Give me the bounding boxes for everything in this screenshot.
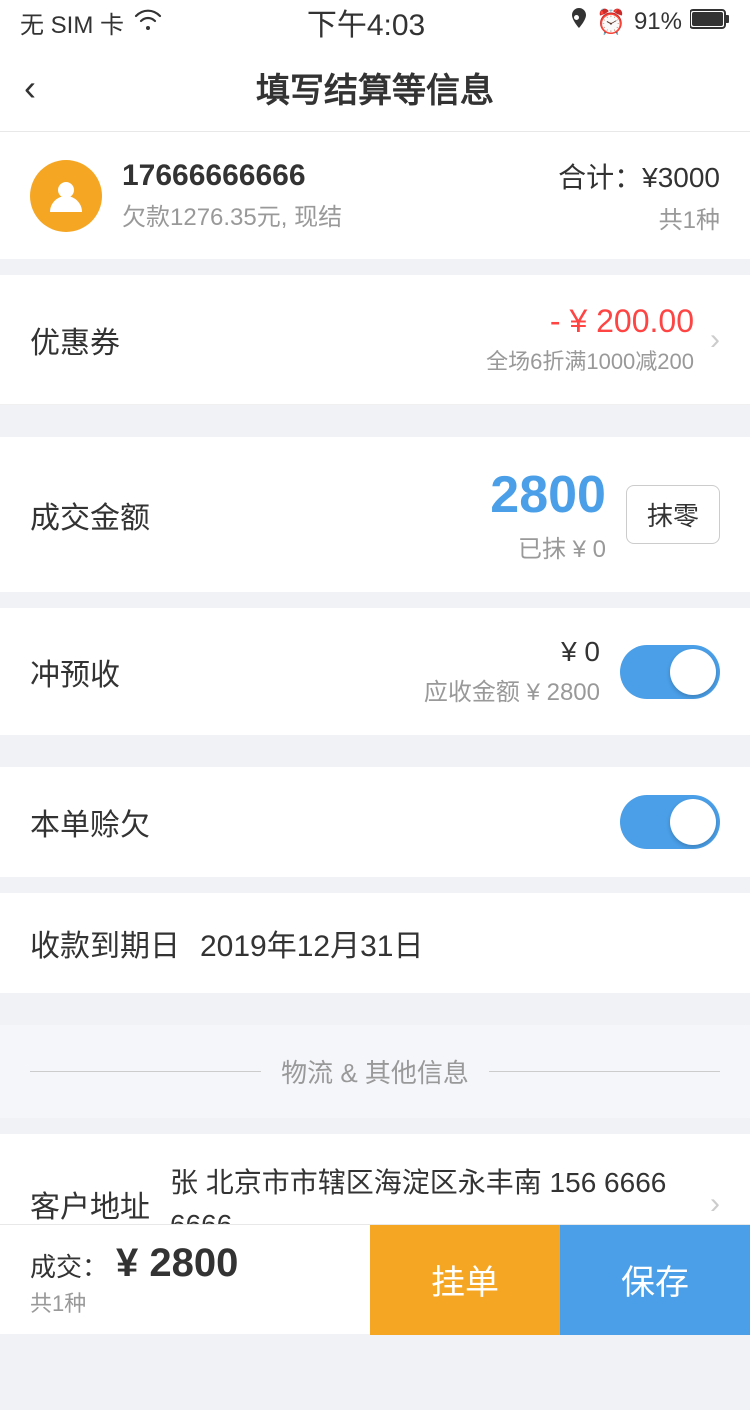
location-icon bbox=[570, 8, 588, 37]
battery-icon bbox=[690, 8, 730, 37]
coupon-right: - ¥ 200.00 全场6折满1000减200 › bbox=[486, 303, 720, 376]
save-button[interactable]: 保存 bbox=[560, 1225, 750, 1335]
content: 17666666666 欠款1276.35元, 现结 合计：¥3000 共1种 … bbox=[0, 132, 750, 1410]
deal-amount-label: 成交金额 bbox=[30, 493, 150, 537]
credit-label: 本单赊欠 bbox=[30, 800, 150, 844]
prepay-card: 冲预收 ¥ 0 应收金额 ¥ 2800 bbox=[0, 608, 750, 735]
coupon-chevron-icon: › bbox=[710, 323, 720, 357]
prepay-toggle-knob bbox=[670, 649, 716, 695]
total-count: 共1种 bbox=[558, 200, 720, 235]
address-chevron-icon: › bbox=[710, 1187, 720, 1221]
customer-total: 合计：¥3000 共1种 bbox=[558, 156, 720, 235]
sim-status: 无 SIM 卡 bbox=[20, 5, 124, 40]
coupon-row[interactable]: 优惠券 - ¥ 200.00 全场6折满1000减200 › bbox=[0, 275, 750, 405]
status-bar: 无 SIM 卡 下午4:03 ⏰ 91% bbox=[0, 0, 750, 44]
bottom-deal-label: 成交： bbox=[30, 1247, 108, 1284]
logistics-line-right bbox=[489, 1071, 720, 1072]
avatar bbox=[30, 160, 102, 232]
customer-debt: 欠款1276.35元, 现结 bbox=[122, 197, 342, 232]
due-date-row: 收款到期日 2019年12月31日 bbox=[0, 893, 750, 993]
prepay-amount-col: ¥ 0 应收金额 ¥ 2800 bbox=[424, 636, 600, 707]
deal-amount-value: 2800 bbox=[490, 465, 606, 525]
due-date-label: 收款到期日 bbox=[30, 921, 180, 965]
deal-amount-row: 成交金额 2800 已抹 ¥ 0 抹零 bbox=[0, 437, 750, 592]
wifi-icon bbox=[134, 8, 162, 37]
battery-percent: 91% bbox=[634, 8, 682, 36]
bottom-bar: 成交： ¥ 2800 共1种 挂单 保存 bbox=[0, 1224, 750, 1334]
status-left: 无 SIM 卡 bbox=[20, 5, 162, 40]
address-label: 客户地址 bbox=[30, 1182, 150, 1226]
due-date-value: 2019年12月31日 bbox=[200, 921, 423, 965]
coupon-label: 优惠券 bbox=[30, 318, 120, 362]
deal-amount-right: 2800 已抹 ¥ 0 抹零 bbox=[490, 465, 720, 564]
logistics-line-left bbox=[30, 1071, 261, 1072]
deal-amount-card: 成交金额 2800 已抹 ¥ 0 抹零 bbox=[0, 437, 750, 592]
customer-card: 17666666666 欠款1276.35元, 现结 合计：¥3000 共1种 bbox=[0, 132, 750, 259]
due-date-card: 收款到期日 2019年12月31日 bbox=[0, 893, 750, 993]
nav-title: 填写结算等信息 bbox=[256, 63, 494, 112]
status-right: ⏰ 91% bbox=[570, 8, 730, 37]
pending-button[interactable]: 挂单 bbox=[370, 1225, 560, 1335]
coupon-value-col: - ¥ 200.00 全场6折满1000减200 bbox=[486, 303, 694, 376]
section-sep-1 bbox=[0, 421, 750, 437]
logistics-title: 物流 & 其他信息 bbox=[281, 1053, 469, 1090]
logistics-header: 物流 & 其他信息 bbox=[0, 1025, 750, 1118]
bottom-deal-info: 成交： ¥ 2800 共1种 bbox=[0, 1241, 370, 1318]
deal-amount-value-col: 2800 已抹 ¥ 0 bbox=[490, 465, 606, 564]
nav-bar: ‹ 填写结算等信息 bbox=[0, 44, 750, 132]
bottom-deal-count: 共1种 bbox=[30, 1286, 340, 1318]
deal-amount-sub: 已抹 ¥ 0 bbox=[490, 529, 606, 564]
section-sep-2 bbox=[0, 751, 750, 767]
credit-row: 本单赊欠 bbox=[0, 767, 750, 877]
coupon-discount: - ¥ 200.00 bbox=[486, 303, 694, 340]
bottom-deal-row: 成交： ¥ 2800 bbox=[30, 1241, 340, 1286]
back-button[interactable]: ‹ bbox=[24, 67, 36, 109]
customer-left: 17666666666 欠款1276.35元, 现结 bbox=[30, 159, 342, 232]
coupon-desc: 全场6折满1000减200 bbox=[486, 344, 694, 376]
logistics-section: 物流 & 其他信息 bbox=[0, 1025, 750, 1118]
credit-card: 本单赊欠 bbox=[0, 767, 750, 877]
prepay-amount: ¥ 0 bbox=[424, 636, 600, 668]
prepay-toggle[interactable] bbox=[620, 645, 720, 699]
alarm-icon: ⏰ bbox=[596, 8, 626, 37]
credit-toggle[interactable] bbox=[620, 795, 720, 849]
prepay-row: 冲预收 ¥ 0 应收金额 ¥ 2800 bbox=[0, 608, 750, 735]
credit-toggle-knob bbox=[670, 799, 716, 845]
prepay-receivable: 应收金额 ¥ 2800 bbox=[424, 672, 600, 707]
status-time: 下午4:03 bbox=[307, 0, 425, 44]
bottom-deal-amount: ¥ 2800 bbox=[116, 1241, 238, 1286]
total-amount: 合计：¥3000 bbox=[558, 156, 720, 196]
customer-info: 17666666666 欠款1276.35元, 现结 bbox=[122, 159, 342, 232]
coupon-card: 优惠券 - ¥ 200.00 全场6折满1000减200 › bbox=[0, 275, 750, 405]
prepay-label: 冲预收 bbox=[30, 650, 120, 694]
section-sep-3 bbox=[0, 1009, 750, 1025]
customer-row: 17666666666 欠款1276.35元, 现结 合计：¥3000 共1种 bbox=[0, 132, 750, 259]
prepay-right: ¥ 0 应收金额 ¥ 2800 bbox=[424, 636, 720, 707]
round-zero-button[interactable]: 抹零 bbox=[626, 485, 720, 544]
customer-phone: 17666666666 bbox=[122, 159, 342, 193]
